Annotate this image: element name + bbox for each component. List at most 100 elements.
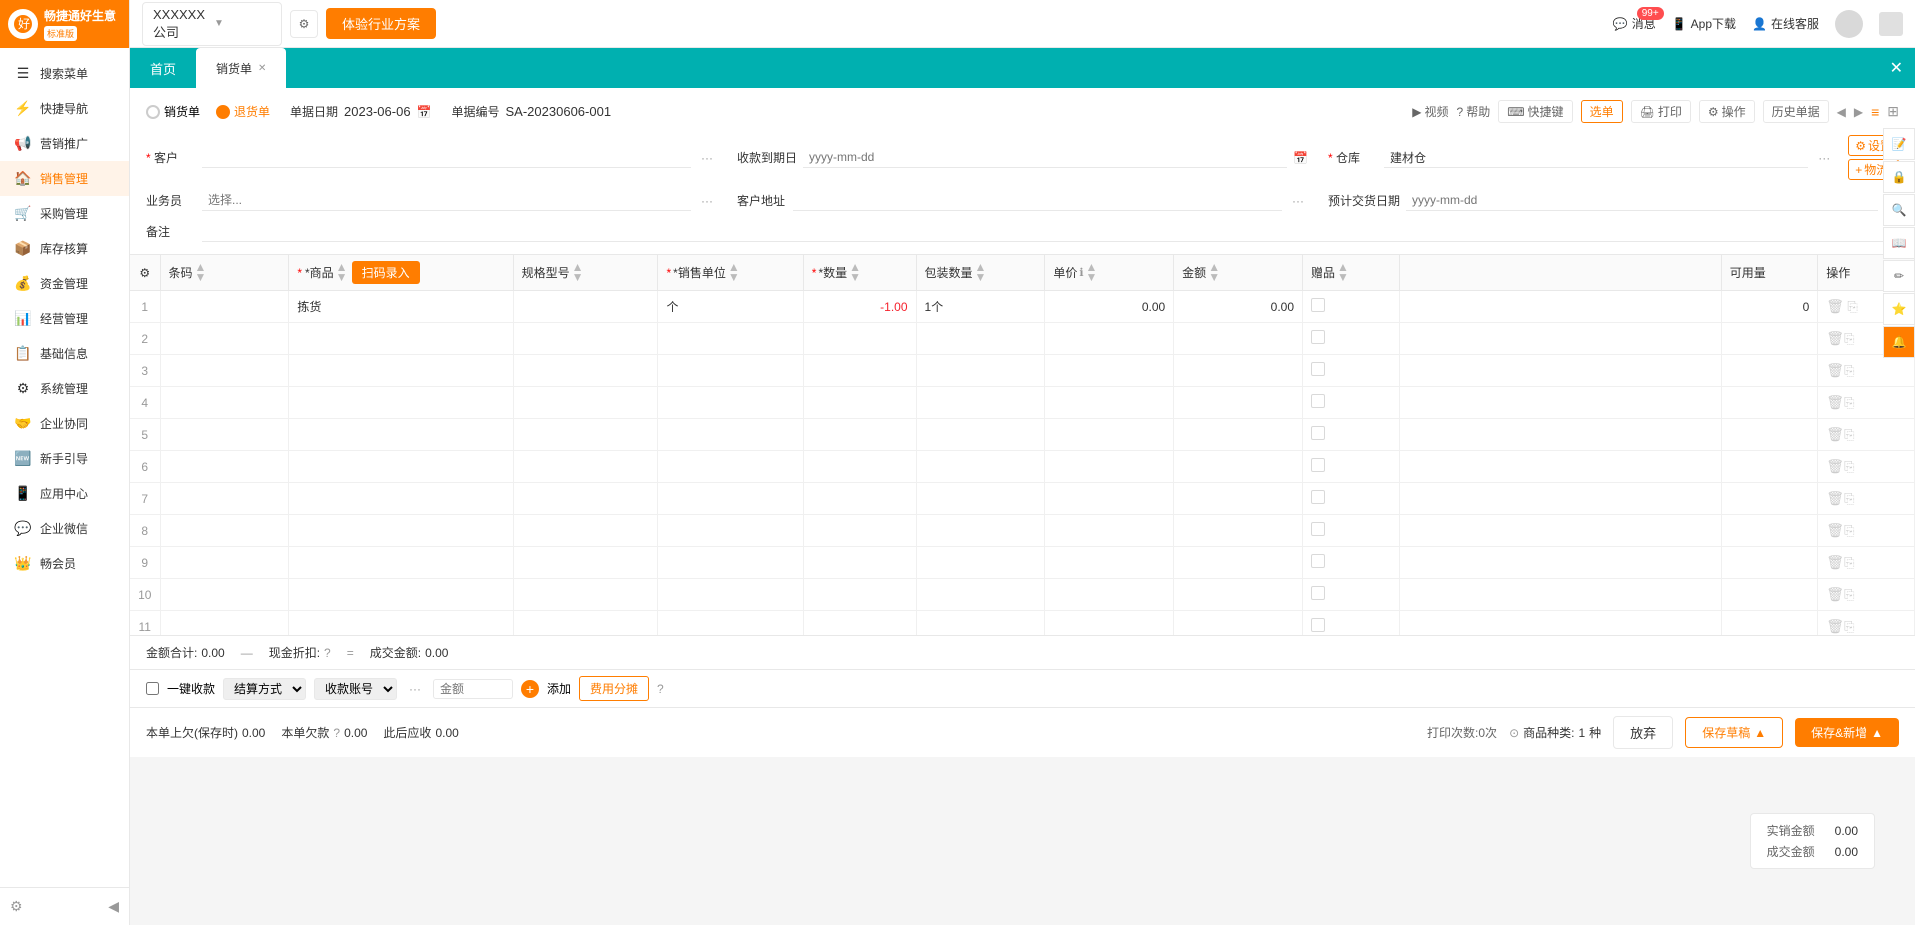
delete-row-10-icon[interactable]: 🗑 — [1826, 586, 1844, 602]
add-payment-button[interactable]: + — [521, 680, 539, 698]
help-link[interactable]: ? 帮助 — [1457, 103, 1491, 120]
expense-help-icon[interactable]: ? — [657, 682, 664, 696]
pkg-sort-icon[interactable]: ▲▼ — [975, 263, 987, 282]
sidebar-item-search[interactable]: ☰ 搜索菜单 — [0, 56, 129, 91]
print-button[interactable]: 🖨 打印 — [1631, 100, 1691, 123]
delete-row-2-icon[interactable]: 🗑 — [1826, 330, 1844, 346]
save-draft-dropdown-icon[interactable]: ▲ — [1754, 726, 1766, 740]
overdue-help-icon[interactable]: ? — [333, 726, 340, 740]
right-panel-btn-3[interactable]: 🔍 — [1883, 194, 1915, 226]
date-calendar-icon[interactable]: 📅 — [417, 105, 432, 119]
price-sort-icon[interactable]: ▲▼ — [1086, 263, 1098, 282]
radio-return-order[interactable]: 退货单 — [216, 103, 270, 120]
gift-checkbox-11[interactable] — [1311, 618, 1325, 632]
sidebar-item-basic[interactable]: 📋 基础信息 — [0, 336, 129, 371]
settings-gear-icon[interactable]: ⚙ — [139, 266, 150, 280]
copy-row-3-icon[interactable]: ⎘ — [1844, 363, 1854, 378]
sidebar-item-quicknav[interactable]: ⚡ 快捷导航 — [0, 91, 129, 126]
shortcut-button[interactable]: ⌨ 快捷键 — [1498, 100, 1572, 123]
salesperson-more-icon[interactable]: ··· — [697, 194, 717, 208]
price-cell-1[interactable]: 0.00 — [1045, 291, 1174, 323]
collapse-icon[interactable]: ◀ — [108, 898, 119, 915]
gift-checkbox-1[interactable] — [1311, 298, 1325, 312]
gift-checkbox-7[interactable] — [1311, 490, 1325, 504]
unit-sort-icon[interactable]: ▲▼ — [728, 263, 740, 282]
warehouse-input[interactable] — [1384, 147, 1808, 168]
sidebar-item-wechat[interactable]: 💬 企业微信 — [0, 511, 129, 546]
sidebar-item-apps[interactable]: 📱 应用中心 — [0, 476, 129, 511]
tab-close-icon[interactable]: ✕ — [258, 63, 266, 74]
customer-address-input[interactable] — [793, 190, 1282, 211]
delete-row-6-icon[interactable]: 🗑 — [1826, 458, 1844, 474]
copy-row-8-icon[interactable]: ⎘ — [1844, 523, 1854, 538]
sidebar-item-inventory[interactable]: 📦 库存核算 — [0, 231, 129, 266]
warehouse-more-icon[interactable]: ··· — [1814, 151, 1834, 165]
save-new-button[interactable]: 保存&新增 ▲ — [1795, 718, 1899, 747]
qty-sort-icon[interactable]: ▲▼ — [849, 263, 861, 282]
amount-sort-icon[interactable]: ▲▼ — [1208, 263, 1220, 282]
account-more-icon[interactable]: ··· — [405, 682, 425, 696]
customer-service-button[interactable]: 👤 在线客服 — [1752, 15, 1819, 32]
grid-view-icon[interactable]: ⊞ — [1887, 103, 1899, 120]
one-click-payment-checkbox[interactable] — [146, 682, 159, 695]
payment-calendar-icon[interactable]: 📅 — [1293, 151, 1308, 165]
salesperson-input[interactable] — [202, 190, 691, 211]
company-selector[interactable]: XXXXXX公司 ▼ — [142, 2, 282, 46]
next-record-icon[interactable]: ▶ — [1854, 105, 1863, 119]
sidebar-item-finance[interactable]: 💰 资金管理 — [0, 266, 129, 301]
gift-checkbox-2[interactable] — [1311, 330, 1325, 344]
sidebar-item-system[interactable]: ⚙ 系统管理 — [0, 371, 129, 406]
select-button[interactable]: 选单 — [1581, 100, 1623, 123]
delete-row-5-icon[interactable]: 🗑 — [1826, 426, 1844, 442]
expected-delivery-input[interactable] — [1406, 190, 1878, 211]
calc-method-select[interactable]: 结算方式 — [223, 678, 306, 700]
trial-button[interactable]: 体验行业方案 — [326, 8, 436, 39]
customer-input[interactable] — [202, 147, 691, 168]
scan-button[interactable]: 扫码录入 — [352, 261, 420, 284]
gift-checkbox-4[interactable] — [1311, 394, 1325, 408]
delete-row-3-icon[interactable]: 🗑 — [1826, 362, 1844, 378]
copy-row-9-icon[interactable]: ⎘ — [1844, 555, 1854, 570]
expense-split-button[interactable]: 费用分摊 — [579, 676, 649, 701]
history-button[interactable]: 历史单据 — [1763, 100, 1829, 123]
address-more-icon[interactable]: ··· — [1288, 194, 1308, 208]
sidebar-item-sales[interactable]: 🏠 销售管理 — [0, 161, 129, 196]
save-draft-button[interactable]: 保存草稿 ▲ — [1685, 717, 1783, 748]
video-link[interactable]: ▶ 视频 — [1412, 103, 1448, 120]
notes-input[interactable] — [202, 221, 1899, 242]
gift-checkbox-9[interactable] — [1311, 554, 1325, 568]
sidebar-item-guide[interactable]: 🆕 新手引导 — [0, 441, 129, 476]
gift-checkbox-3[interactable] — [1311, 362, 1325, 376]
sidebar-item-member[interactable]: 👑 畅会员 — [0, 546, 129, 581]
copy-row-7-icon[interactable]: ⎘ — [1844, 491, 1854, 506]
radio-sales-order[interactable]: 销货单 — [146, 103, 200, 120]
settings-bottom-icon[interactable]: ⚙ — [10, 898, 23, 915]
list-view-icon[interactable]: ≡ — [1871, 104, 1879, 120]
gift-checkbox-10[interactable] — [1311, 586, 1325, 600]
sidebar-item-collab[interactable]: 🤝 企业协同 — [0, 406, 129, 441]
delete-row-4-icon[interactable]: 🗑 — [1826, 394, 1844, 410]
sidebar-item-marketing[interactable]: 📢 营销推广 — [0, 126, 129, 161]
copy-row-2-icon[interactable]: ⎘ — [1844, 331, 1854, 346]
gift-checkbox-6[interactable] — [1311, 458, 1325, 472]
spec-sort-icon[interactable]: ▲▼ — [572, 263, 584, 282]
gift-sort-icon[interactable]: ▲▼ — [1337, 263, 1349, 282]
tab-sales-order[interactable]: 销货单 ✕ — [196, 48, 286, 88]
product-sort-icon[interactable]: ▲▼ — [336, 263, 348, 282]
sidebar-item-operations[interactable]: 📊 经营管理 — [0, 301, 129, 336]
delete-row-11-icon[interactable]: 🗑 — [1826, 618, 1844, 634]
user-avatar[interactable] — [1835, 10, 1863, 38]
gift-checkbox-8[interactable] — [1311, 522, 1325, 536]
price-info-icon[interactable]: ℹ — [1079, 266, 1083, 279]
right-panel-btn-2[interactable]: 🔒 — [1883, 161, 1915, 193]
sidebar-item-purchase[interactable]: 🛒 采购管理 — [0, 196, 129, 231]
delete-row-1-icon[interactable]: 🗑 — [1826, 298, 1844, 314]
discount-info-icon[interactable]: ? — [324, 646, 331, 660]
tab-home[interactable]: 首页 — [130, 51, 196, 86]
right-panel-btn-5[interactable]: ✏ — [1883, 260, 1915, 292]
right-panel-btn-1[interactable]: 📝 — [1883, 128, 1915, 160]
right-panel-btn-7[interactable]: 🔔 — [1883, 326, 1915, 358]
copy-row-11-icon[interactable]: ⎘ — [1844, 619, 1854, 634]
header-settings-button[interactable]: ⚙ — [290, 10, 318, 38]
amount-input[interactable] — [433, 679, 513, 699]
